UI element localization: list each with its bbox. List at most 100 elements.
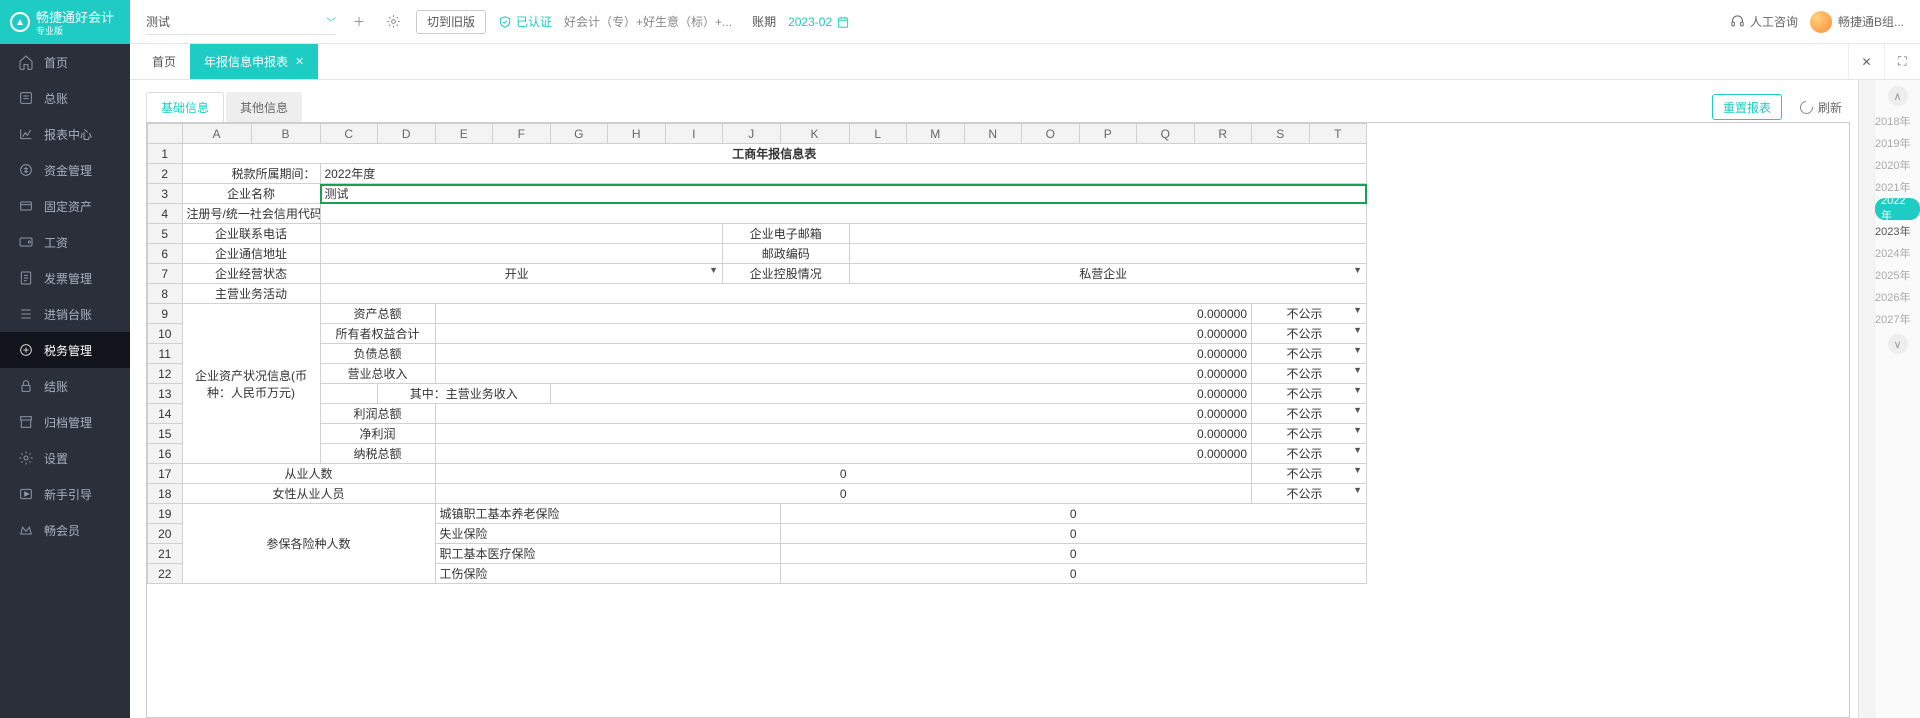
sidebar-item-guide[interactable]: 新手引导 [0, 476, 130, 512]
row-header[interactable]: 2 [148, 164, 183, 184]
sidebar-item-tax[interactable]: 税务管理 [0, 332, 130, 368]
sheet-corner[interactable] [148, 124, 183, 144]
refresh-button[interactable]: 刷新 [1792, 94, 1850, 120]
publicity-select[interactable]: 不公示▼ [1252, 404, 1367, 424]
col-header[interactable]: K [780, 124, 849, 144]
col-header[interactable]: P [1079, 124, 1137, 144]
company-settings-button[interactable] [382, 11, 404, 33]
col-header[interactable]: M [907, 124, 965, 144]
user-menu[interactable]: 畅捷通B组... [1810, 11, 1904, 33]
row-header[interactable]: 21 [148, 544, 183, 564]
year-up-button[interactable]: ∧ [1888, 86, 1908, 106]
switch-old-button[interactable]: 切到旧版 [416, 10, 486, 34]
input-reg-no[interactable] [320, 204, 1367, 224]
year-item[interactable]: 2019年 [1875, 132, 1920, 154]
sidebar-item-fixed-assets[interactable]: 固定资产 [0, 188, 130, 224]
row-header[interactable]: 11 [148, 344, 183, 364]
row-header[interactable]: 18 [148, 484, 183, 504]
col-header[interactable]: I [665, 124, 723, 144]
close-tab-button[interactable]: ✕ [1848, 44, 1884, 79]
row-header[interactable]: 19 [148, 504, 183, 524]
sidebar-item-funds[interactable]: 资金管理 [0, 152, 130, 188]
publicity-select[interactable]: 不公示▼ [1252, 424, 1367, 444]
certified-badge[interactable]: 已认证 [498, 13, 552, 30]
input-zip[interactable] [849, 244, 1367, 264]
asset-value[interactable]: 0.000000 [435, 344, 1252, 364]
sidebar-item-salary[interactable]: 工资 [0, 224, 130, 260]
brand-logo[interactable]: ▲ 畅捷通好会计 专业版 [0, 0, 130, 44]
publicity-select[interactable]: 不公示▼ [1252, 444, 1367, 464]
col-header[interactable]: L [849, 124, 907, 144]
input-phone[interactable] [320, 224, 723, 244]
add-company-button[interactable]: ＋ [348, 11, 370, 33]
subtab-basic[interactable]: 基础信息 [146, 92, 224, 122]
col-header[interactable]: H [608, 124, 666, 144]
row-header[interactable]: 8 [148, 284, 183, 304]
input-address[interactable] [320, 244, 723, 264]
row-header[interactable]: 13 [148, 384, 183, 404]
row-header[interactable]: 6 [148, 244, 183, 264]
row-header[interactable]: 22 [148, 564, 183, 584]
asset-value[interactable]: 0.000000 [550, 384, 1252, 404]
col-header[interactable]: C [320, 124, 378, 144]
year-item[interactable]: 2024年 [1875, 242, 1920, 264]
asset-value[interactable]: 0.000000 [435, 324, 1252, 344]
publicity-select[interactable]: 不公示▼ [1252, 344, 1367, 364]
col-header[interactable]: F [493, 124, 551, 144]
publicity-select[interactable]: 不公示▼ [1252, 364, 1367, 384]
asset-value[interactable]: 0.000000 [435, 424, 1252, 444]
year-item[interactable]: 2025年 [1875, 264, 1920, 286]
col-header[interactable]: S [1252, 124, 1310, 144]
year-item[interactable]: 2027年 [1875, 308, 1920, 330]
insurance-value[interactable]: 0 [780, 504, 1367, 524]
publicity-select[interactable]: 不公示▼ [1252, 324, 1367, 344]
col-header[interactable]: B [251, 124, 320, 144]
row-header[interactable]: 9 [148, 304, 183, 324]
publicity-select[interactable]: 不公示▼ [1252, 484, 1367, 504]
input-main-biz[interactable] [320, 284, 1367, 304]
row-header[interactable]: 16 [148, 444, 183, 464]
staff-value[interactable]: 0 [435, 484, 1252, 504]
insurance-value[interactable]: 0 [780, 564, 1367, 584]
row-header[interactable]: 17 [148, 464, 183, 484]
input-company-name[interactable]: 测试 [320, 184, 1367, 204]
publicity-select[interactable]: 开业▼ [320, 264, 723, 284]
year-item[interactable]: 2026年 [1875, 286, 1920, 308]
col-header[interactable]: D [378, 124, 436, 144]
row-header[interactable]: 5 [148, 224, 183, 244]
sidebar-item-member[interactable]: 畅会员 [0, 512, 130, 548]
publicity-select[interactable]: 不公示▼ [1252, 304, 1367, 324]
col-header[interactable]: R [1194, 124, 1252, 144]
publicity-select[interactable]: 私营企业▼ [849, 264, 1367, 284]
row-header[interactable]: 15 [148, 424, 183, 444]
year-item[interactable]: 2022年 [1875, 198, 1920, 220]
col-header[interactable]: G [550, 124, 608, 144]
sidebar-item-ledger[interactable]: 总账 [0, 80, 130, 116]
publicity-select[interactable]: 不公示▼ [1252, 464, 1367, 484]
col-header[interactable]: A [182, 124, 251, 144]
year-down-button[interactable]: ∨ [1888, 334, 1908, 354]
staff-value[interactable]: 0 [435, 464, 1252, 484]
col-header[interactable]: T [1309, 124, 1367, 144]
col-header[interactable]: O [1022, 124, 1080, 144]
row-header[interactable]: 7 [148, 264, 183, 284]
row-header[interactable]: 4 [148, 204, 183, 224]
year-item[interactable]: 2023年 [1875, 220, 1920, 242]
close-icon[interactable]: ✕ [295, 55, 304, 68]
sidebar-item-home[interactable]: 首页 [0, 44, 130, 80]
human-service-link[interactable]: 人工咨询 [1730, 13, 1798, 30]
sidebar-item-archive[interactable]: 归档管理 [0, 404, 130, 440]
year-item[interactable]: 2018年 [1875, 110, 1920, 132]
asset-value[interactable]: 0.000000 [435, 364, 1252, 384]
sidebar-item-inventory[interactable]: 进销台账 [0, 296, 130, 332]
row-header[interactable]: 10 [148, 324, 183, 344]
sidebar-item-invoice[interactable]: 发票管理 [0, 260, 130, 296]
insurance-value[interactable]: 0 [780, 544, 1367, 564]
sidebar-item-closing[interactable]: 结账 [0, 368, 130, 404]
col-header[interactable]: Q [1137, 124, 1195, 144]
sidebar-item-settings[interactable]: 设置 [0, 440, 130, 476]
spreadsheet[interactable]: ABCDEFGHIJKLMNOPQRST 1工商年报信息表2税款所属期间：202… [146, 122, 1850, 718]
period-select[interactable]: 2023-02 [788, 15, 850, 29]
row-header[interactable]: 3 [148, 184, 183, 204]
year-item[interactable]: 2020年 [1875, 154, 1920, 176]
